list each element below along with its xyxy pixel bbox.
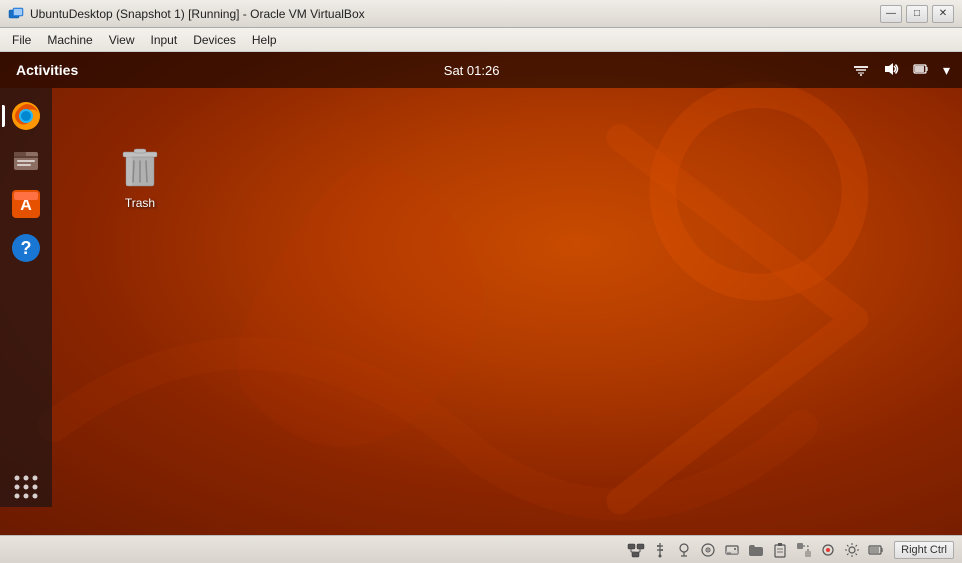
- title-bar: UbuntuDesktop (Snapshot 1) [Running] - O…: [0, 0, 962, 28]
- statusbar-clipboard-icon[interactable]: [770, 541, 790, 559]
- desktop-icon-trash[interactable]: Trash: [100, 140, 180, 214]
- statusbar-recording-icon[interactable]: [818, 541, 838, 559]
- statusbar-sharedfolder-icon[interactable]: [746, 541, 766, 559]
- trash-label: Trash: [125, 196, 155, 210]
- dock-software-center[interactable]: A: [6, 184, 46, 224]
- virtualbox-window: UbuntuDesktop (Snapshot 1) [Running] - O…: [0, 0, 962, 563]
- menu-input[interactable]: Input: [143, 31, 186, 49]
- panel-right-area: ▾: [849, 57, 962, 84]
- statusbar-draganddrop-icon[interactable]: [794, 541, 814, 559]
- statusbar-network-icon[interactable]: [626, 541, 646, 559]
- virtualbox-icon: [8, 6, 24, 22]
- menu-bar: File Machine View Input Devices Help: [0, 28, 962, 52]
- statusbar-usb-icon[interactable]: [650, 541, 670, 559]
- activities-button[interactable]: Activities: [0, 52, 94, 88]
- ubuntu-desktop: Activities Sat 01:26: [0, 52, 962, 535]
- desktop-background-art: [0, 52, 962, 535]
- dock-help[interactable]: ?: [6, 228, 46, 268]
- window-title: UbuntuDesktop (Snapshot 1) [Running] - O…: [30, 7, 880, 21]
- volume-panel-icon[interactable]: [879, 57, 903, 84]
- svg-text:?: ?: [21, 238, 32, 258]
- statusbar-settings-icon[interactable]: [842, 541, 862, 559]
- panel-dropdown-icon[interactable]: ▾: [939, 58, 954, 83]
- statusbar-audio-icon[interactable]: [674, 541, 694, 559]
- menu-machine[interactable]: Machine: [39, 31, 100, 49]
- panel-clock[interactable]: Sat 01:26: [94, 63, 849, 78]
- right-ctrl-label: Right Ctrl: [894, 541, 954, 559]
- statusbar-battery-icon[interactable]: [866, 541, 886, 559]
- statusbar-hdd-icon[interactable]: [722, 541, 742, 559]
- ubuntu-top-panel: Activities Sat 01:26: [0, 52, 962, 88]
- virtualbox-statusbar: Right Ctrl: [0, 535, 962, 563]
- statusbar-optical-icon[interactable]: [698, 541, 718, 559]
- maximize-button[interactable]: □: [906, 5, 928, 23]
- battery-panel-icon[interactable]: [909, 57, 933, 84]
- trash-icon: [116, 144, 164, 192]
- dock-show-applications[interactable]: [6, 467, 46, 507]
- menu-help[interactable]: Help: [244, 31, 285, 49]
- dock-files[interactable]: [6, 140, 46, 180]
- network-panel-icon[interactable]: [849, 57, 873, 84]
- menu-file[interactable]: File: [4, 31, 39, 49]
- menu-view[interactable]: View: [101, 31, 143, 49]
- title-bar-buttons: — □ ✕: [880, 5, 954, 23]
- menu-devices[interactable]: Devices: [185, 31, 244, 49]
- close-button[interactable]: ✕: [932, 5, 954, 23]
- minimize-button[interactable]: —: [880, 5, 902, 23]
- unity-dock: A ?: [0, 88, 52, 507]
- dock-firefox[interactable]: [6, 96, 46, 136]
